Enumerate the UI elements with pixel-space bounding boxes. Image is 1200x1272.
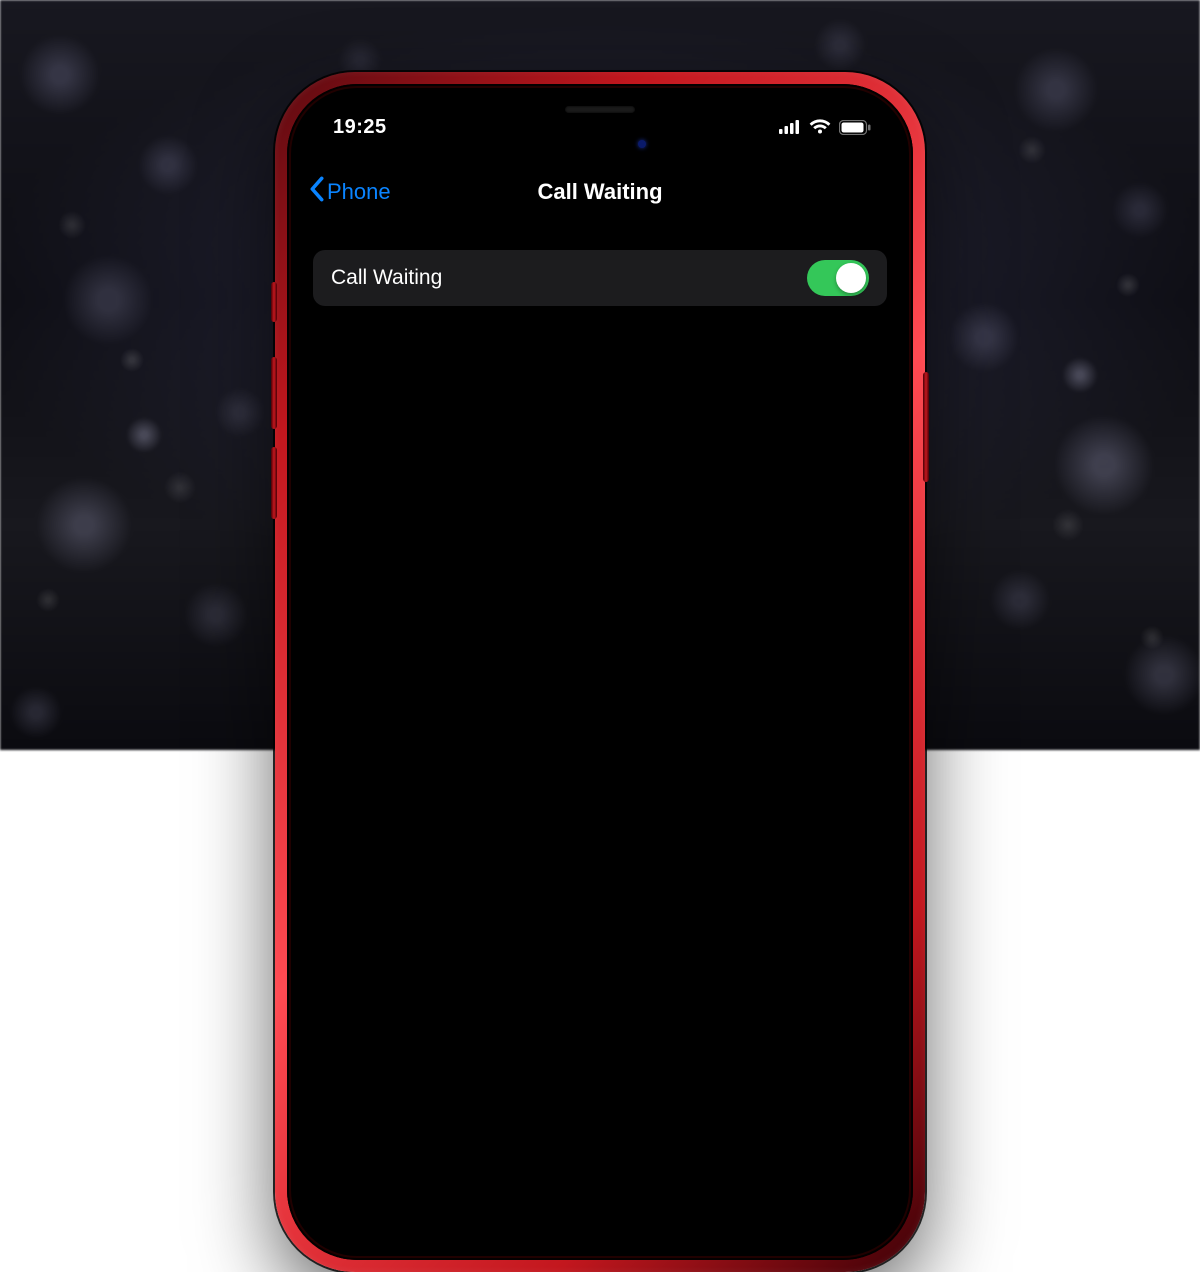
- volume-down-button[interactable]: [271, 447, 277, 519]
- status-time: 19:25: [333, 116, 387, 139]
- mute-switch[interactable]: [271, 282, 277, 322]
- wifi-icon: [809, 119, 831, 135]
- back-label: Phone: [327, 179, 391, 205]
- cellular-signal-icon: [779, 120, 801, 134]
- power-button[interactable]: [923, 372, 929, 482]
- call-waiting-toggle[interactable]: [807, 260, 869, 296]
- back-button[interactable]: Phone: [309, 168, 391, 216]
- chevron-left-icon: [309, 176, 325, 208]
- status-bar: 19:25: [293, 90, 907, 146]
- call-waiting-label: Call Waiting: [331, 266, 442, 290]
- call-waiting-row: Call Waiting: [313, 250, 887, 306]
- phone-frame: 19:25 Ph: [275, 72, 925, 1272]
- volume-up-button[interactable]: [271, 357, 277, 429]
- page-title: Call Waiting: [537, 179, 662, 205]
- phone-screen: 19:25 Ph: [293, 90, 907, 1254]
- phone-inner-ring: 19:25 Ph: [287, 84, 913, 1260]
- toggle-knob: [836, 263, 866, 293]
- settings-group: Call Waiting: [313, 250, 887, 306]
- nav-header: Phone Call Waiting: [293, 168, 907, 216]
- status-right-cluster: [779, 119, 871, 135]
- battery-icon: [839, 120, 871, 135]
